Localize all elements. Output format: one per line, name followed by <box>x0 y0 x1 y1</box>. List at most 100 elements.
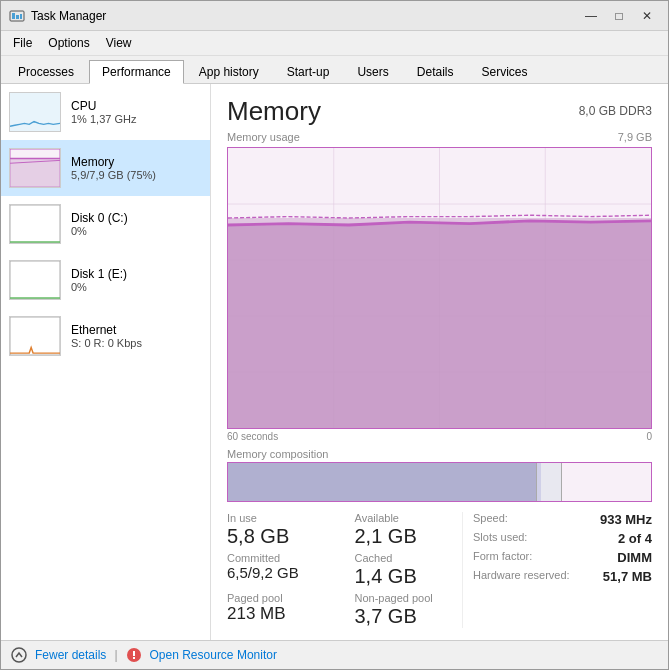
form-value: DIMM <box>617 550 652 565</box>
window-title: Task Manager <box>31 9 106 23</box>
memory-thumbnail <box>9 148 61 188</box>
disk0-mini-chart <box>10 205 60 243</box>
main-title: Memory <box>227 96 321 127</box>
open-resource-monitor-link[interactable]: Open Resource Monitor <box>150 648 277 662</box>
svg-rect-8 <box>10 205 60 243</box>
svg-marker-23 <box>228 221 651 428</box>
speed-value: 933 MHz <box>600 512 652 527</box>
sidebar-item-disk0[interactable]: Disk 0 (C:) 0% <box>1 196 210 252</box>
stat-form-row: Form factor: DIMM <box>473 550 652 565</box>
stat-in-use: In use 5,8 GB <box>227 512 335 548</box>
svg-rect-27 <box>133 657 135 659</box>
cpu-thumbnail <box>9 92 61 132</box>
form-label: Form factor: <box>473 550 532 565</box>
maximize-button[interactable]: □ <box>606 6 632 26</box>
title-bar-left: Task Manager <box>9 8 106 24</box>
sidebar-item-memory[interactable]: Memory 5,9/7,9 GB (75%) <box>1 140 210 196</box>
stat-paged-pool: Paged pool 213 MB <box>227 592 335 628</box>
tabs: Processes Performance App history Start-… <box>1 56 668 84</box>
speed-label: Speed: <box>473 512 508 527</box>
tab-details[interactable]: Details <box>404 60 467 83</box>
disk1-thumbnail <box>9 260 61 300</box>
stats-right: Speed: 933 MHz Slots used: 2 of 4 Form f… <box>462 512 652 628</box>
non-paged-label: Non-paged pool <box>355 592 463 604</box>
menu-file[interactable]: File <box>5 33 40 53</box>
time-start: 60 seconds <box>227 431 278 442</box>
ethernet-label: Ethernet <box>71 323 202 337</box>
tab-services[interactable]: Services <box>468 60 540 83</box>
tab-startup[interactable]: Start-up <box>274 60 343 83</box>
footer-separator: | <box>114 648 117 662</box>
available-label: Available <box>355 512 463 524</box>
disk0-thumbnail <box>9 204 61 244</box>
task-manager-window: Task Manager — □ ✕ File Options View Pro… <box>0 0 669 670</box>
disk1-mini-chart <box>10 261 60 299</box>
disk0-info: Disk 0 (C:) 0% <box>71 211 202 237</box>
app-icon <box>9 8 25 24</box>
composition-bar <box>227 462 652 502</box>
stat-committed: Committed 6,5/9,2 GB <box>227 552 335 588</box>
memory-value: 5,9/7,9 GB (75%) <box>71 169 202 181</box>
stat-available: Available 2,1 GB <box>355 512 463 548</box>
tab-performance[interactable]: Performance <box>89 60 184 84</box>
disk1-value: 0% <box>71 281 202 293</box>
disk0-value: 0% <box>71 225 202 237</box>
tab-app-history[interactable]: App history <box>186 60 272 83</box>
stats-container: In use 5,8 GB Available 2,1 GB Committed… <box>227 512 652 628</box>
svg-rect-2 <box>16 15 19 19</box>
tab-processes[interactable]: Processes <box>5 60 87 83</box>
sidebar-item-ethernet[interactable]: Ethernet S: 0 R: 0 Kbps <box>1 308 210 364</box>
time-end: 0 <box>646 431 652 442</box>
usage-label: Memory usage <box>227 131 300 143</box>
sidebar-item-cpu[interactable]: CPU 1% 1,37 GHz <box>1 84 210 140</box>
footer: Fewer details | Open Resource Monitor <box>1 640 668 669</box>
svg-rect-10 <box>10 261 60 299</box>
tab-users[interactable]: Users <box>344 60 401 83</box>
composition-label: Memory composition <box>227 448 652 460</box>
cached-label: Cached <box>355 552 463 564</box>
paged-pool-value: 213 MB <box>227 604 335 624</box>
non-paged-value: 3,7 GB <box>355 604 463 628</box>
ethernet-thumbnail <box>9 316 61 356</box>
svg-rect-1 <box>12 13 15 19</box>
disk1-info: Disk 1 (E:) 0% <box>71 267 202 293</box>
in-use-label: In use <box>227 512 335 524</box>
main-header: Memory 8,0 GB DDR3 <box>227 96 652 127</box>
memory-chart-svg <box>228 148 651 428</box>
available-value: 2,1 GB <box>355 524 463 548</box>
stat-hw-reserved-row: Hardware reserved: 51,7 MB <box>473 569 652 584</box>
title-controls: — □ ✕ <box>578 6 660 26</box>
comp-in-use <box>228 463 537 501</box>
cached-value: 1,4 GB <box>355 564 463 588</box>
svg-rect-26 <box>133 651 135 656</box>
stats-left: In use 5,8 GB Available 2,1 GB Committed… <box>227 512 462 628</box>
menu-view[interactable]: View <box>98 33 140 53</box>
comp-free <box>562 463 651 501</box>
ethernet-value: S: 0 R: 0 Kbps <box>71 337 202 349</box>
fewer-details-link[interactable]: Fewer details <box>35 648 106 662</box>
hw-reserved-value: 51,7 MB <box>603 569 652 584</box>
stat-slots-row: Slots used: 2 of 4 <box>473 531 652 546</box>
ethernet-info: Ethernet S: 0 R: 0 Kbps <box>71 323 202 349</box>
chart-header: Memory usage 7,9 GB <box>227 131 652 145</box>
cpu-label: CPU <box>71 99 202 113</box>
close-button[interactable]: ✕ <box>634 6 660 26</box>
menu-options[interactable]: Options <box>40 33 97 53</box>
sidebar-item-disk1[interactable]: Disk 1 (E:) 0% <box>1 252 210 308</box>
menu-bar: File Options View <box>1 31 668 56</box>
max-label: 7,9 GB <box>618 131 652 143</box>
svg-rect-12 <box>10 317 60 355</box>
main-panel: Memory 8,0 GB DDR3 Memory usage 7,9 GB <box>211 84 668 640</box>
minimize-button[interactable]: — <box>578 6 604 26</box>
stat-non-paged: Non-paged pool 3,7 GB <box>355 592 463 628</box>
svg-point-24 <box>12 648 26 662</box>
in-use-value: 5,8 GB <box>227 524 335 548</box>
memory-label: Memory <box>71 155 202 169</box>
slots-value: 2 of 4 <box>618 531 652 546</box>
chevron-up-icon <box>11 647 27 663</box>
disk0-label: Disk 0 (C:) <box>71 211 202 225</box>
cpu-info: CPU 1% 1,37 GHz <box>71 99 202 125</box>
slots-label: Slots used: <box>473 531 527 546</box>
sidebar: CPU 1% 1,37 GHz <box>1 84 211 640</box>
content-area: CPU 1% 1,37 GHz <box>1 84 668 640</box>
